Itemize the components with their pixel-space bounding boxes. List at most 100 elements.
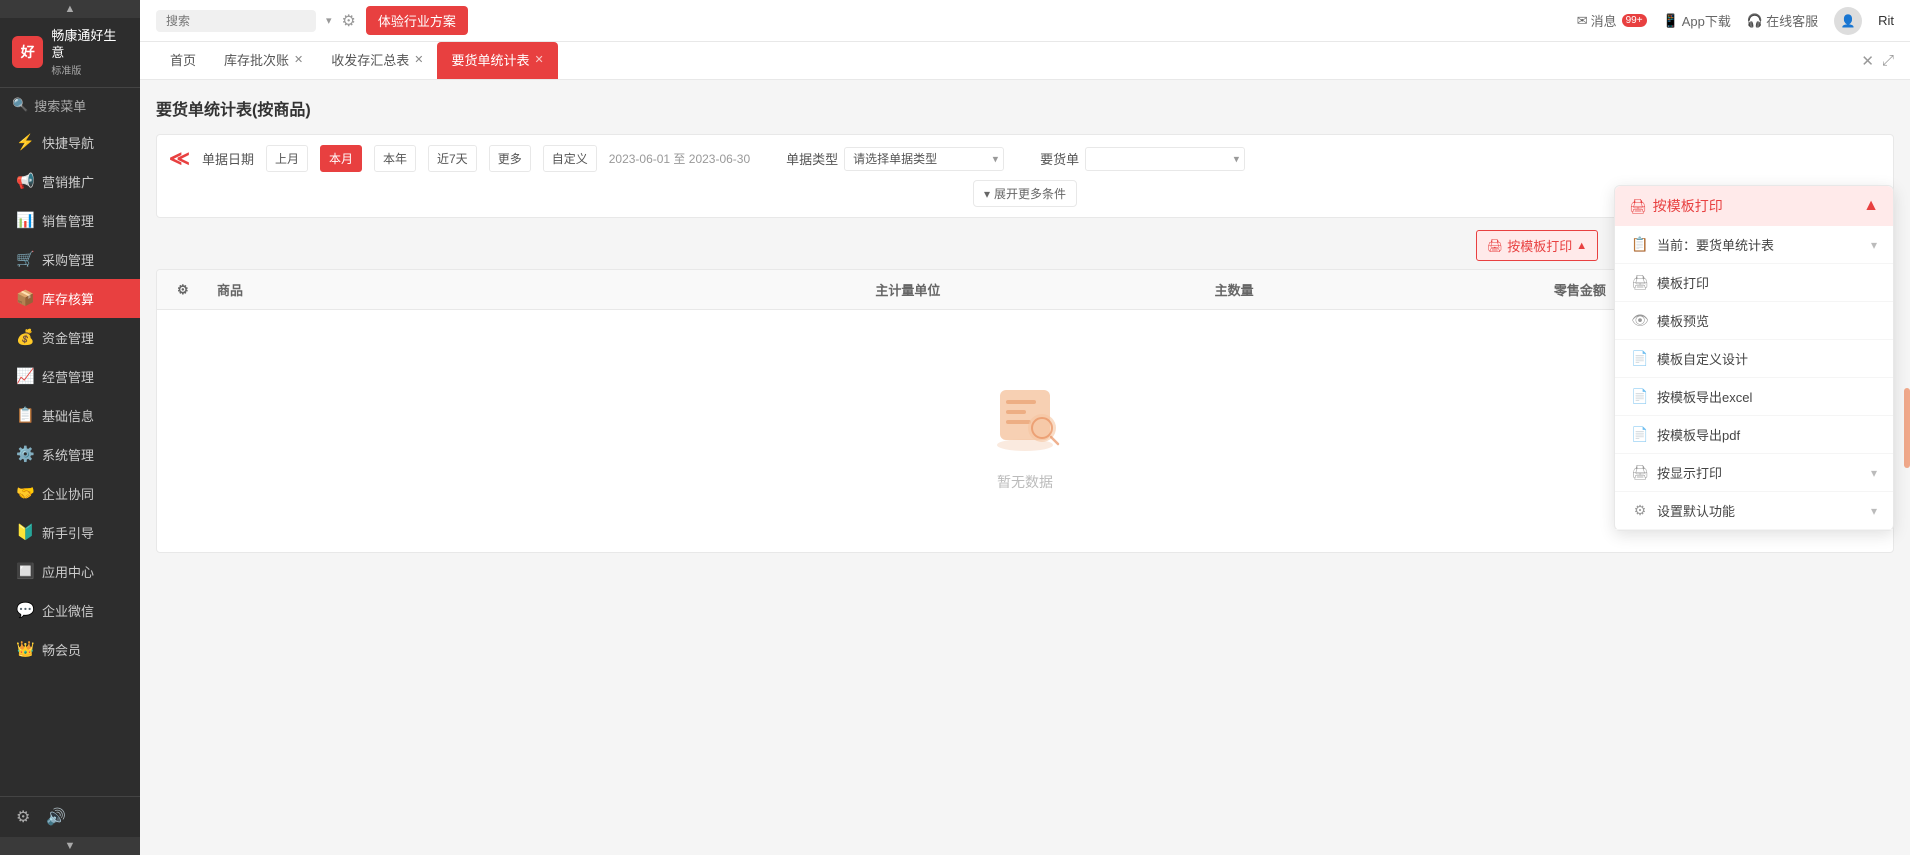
tab-close-icon[interactable]: ✕	[414, 53, 423, 66]
app-download-btn[interactable]: 📱 App下载	[1663, 11, 1731, 30]
app-name: 畅康通好生意	[51, 28, 128, 62]
tabs-bar: 首页 库存批次账 ✕ 收发存汇总表 ✕ 要货单统计表 ✕ ✕ ⤢	[140, 42, 1910, 80]
th-settings[interactable]: ⚙	[167, 282, 207, 298]
filter-collapse-btn[interactable]: ≪	[169, 149, 190, 169]
template-design-label: 模板自定义设计	[1657, 349, 1748, 368]
page-content: 要货单统计表(按商品) ≪ 单据日期 上月 本月 本年 近7天 更多 自定义 2…	[140, 80, 1910, 855]
tab-actions: ✕ ⤢	[1861, 52, 1894, 70]
right-scroll-indicator	[1904, 388, 1910, 468]
trial-button[interactable]: 体验行业方案	[366, 6, 468, 35]
sidebar-item-label: 基础信息	[42, 406, 94, 425]
date-btn-7days[interactable]: 近7天	[428, 145, 477, 172]
top-bar: ▾ ⚙ 体验行业方案 ✉ 消息 99+ 📱 App下载 🎧 在线客服 👤 Rit	[140, 0, 1910, 42]
sidebar-item-system[interactable]: ⚙️ 系统管理	[0, 435, 140, 474]
sidebar-item-quick-nav[interactable]: ⚡ 快捷导航	[0, 123, 140, 162]
sidebar-item-label: 快捷导航	[42, 133, 94, 152]
date-range: 2023-06-01 至 2023-06-30	[609, 150, 750, 167]
tab-close-icon[interactable]: ✕	[294, 53, 303, 66]
th-qty: 主数量	[1205, 280, 1544, 299]
tab-maximize[interactable]: ⤢	[1882, 52, 1894, 70]
settings-icon[interactable]: ⚙	[342, 11, 356, 31]
th-unit: 主计量单位	[865, 280, 1204, 299]
tab-close-icon[interactable]: ✕	[535, 53, 544, 66]
default-setting-arrow: ▾	[1871, 504, 1877, 518]
goods-select[interactable]	[1085, 147, 1245, 171]
app-name-block: 畅康通好生意 标准版	[51, 28, 128, 77]
dropdown-title: 按模板打印	[1653, 196, 1723, 216]
sidebar-item-sales[interactable]: 📊 销售管理	[0, 201, 140, 240]
dropdown-display-print[interactable]: 🖨 按显示打印 ▾	[1615, 454, 1893, 492]
sidebar-item-wechat[interactable]: 💬 企业微信	[0, 591, 140, 630]
sidebar-item-operation[interactable]: 📈 经营管理	[0, 357, 140, 396]
dropdown-current-template[interactable]: 📋 当前：要货单统计表 ▾	[1615, 226, 1893, 264]
sidebar-item-purchase[interactable]: 🛒 采购管理	[0, 240, 140, 279]
inventory-icon: 📦	[16, 289, 34, 307]
sidebar-item-label: 资金管理	[42, 328, 94, 347]
message-label: 消息	[1591, 11, 1617, 30]
sidebar-item-finance[interactable]: 💰 资金管理	[0, 318, 140, 357]
sidebar-item-label: 系统管理	[42, 445, 94, 464]
sidebar-item-label: 采购管理	[42, 250, 94, 269]
display-print-arrow: ▾	[1871, 466, 1877, 480]
type-label: 单据类型	[786, 149, 838, 168]
search-icon: 🔍	[12, 97, 28, 113]
dropdown-close-btn[interactable]: ▲	[1863, 197, 1879, 215]
sidebar-item-enterprise[interactable]: 🤝 企业协同	[0, 474, 140, 513]
print-dropdown: 🖨 按模板打印 ▲ 📋 当前：要货单统计表 ▾ 🖨 模板打印 👁 模板预览	[1614, 185, 1894, 531]
dropdown-printer-icon: 🖨	[1629, 198, 1647, 215]
sidebar-search[interactable]: 🔍 搜索菜单	[0, 88, 140, 123]
tab-order-stats[interactable]: 要货单统计表 ✕	[437, 42, 557, 79]
user-avatar[interactable]: 👤	[1834, 7, 1862, 35]
tab-batch-accounts[interactable]: 库存批次账 ✕	[210, 42, 317, 79]
sidebar-item-marketing[interactable]: 📢 营销推广	[0, 162, 140, 201]
enterprise-icon: 🤝	[16, 484, 34, 502]
type-select[interactable]: 请选择单据类型	[844, 147, 1004, 171]
guide-icon: 🔰	[16, 523, 34, 541]
dropdown-template-print[interactable]: 🖨 模板打印	[1615, 264, 1893, 302]
template-design-icon: 📄	[1631, 350, 1649, 367]
tab-home-label: 首页	[170, 50, 196, 69]
search-dropdown-icon[interactable]: ▾	[326, 14, 332, 27]
top-search-input[interactable]	[156, 10, 316, 32]
sidebar-item-label: 新手引导	[42, 523, 94, 542]
app-logo-icon: 好	[12, 36, 43, 68]
print-dropdown-arrow[interactable]: ▲	[1576, 240, 1587, 252]
tab-label: 库存批次账	[224, 50, 289, 69]
dropdown-export-excel[interactable]: 📄 按模板导出excel	[1615, 378, 1893, 416]
sidebar-item-basic[interactable]: 📋 基础信息	[0, 396, 140, 435]
sidebar-item-membership[interactable]: 👑 畅会员	[0, 630, 140, 669]
date-btn-more[interactable]: 更多	[489, 145, 531, 172]
default-setting-icon: ⚙	[1631, 502, 1649, 519]
template-preview-label: 模板预览	[1657, 311, 1709, 330]
goods-label: 要货单	[1040, 149, 1079, 168]
sidebar-scroll-up[interactable]: ▲	[0, 0, 140, 18]
display-print-label: 按显示打印	[1657, 463, 1722, 482]
audio-btn[interactable]: 🔊	[46, 807, 66, 827]
current-icon: 📋	[1631, 236, 1649, 253]
settings-btn[interactable]: ⚙	[16, 807, 30, 827]
tab-home[interactable]: 首页	[156, 42, 210, 79]
dropdown-default-setting[interactable]: ⚙ 设置默认功能 ▾	[1615, 492, 1893, 530]
sidebar-item-guide[interactable]: 🔰 新手引导	[0, 513, 140, 552]
expand-toggle-btn[interactable]: ▾ 展开更多条件	[973, 180, 1077, 207]
sidebar-item-app-center[interactable]: 🔲 应用中心	[0, 552, 140, 591]
online-service-btn[interactable]: 🎧 在线客服	[1747, 11, 1818, 30]
tab-collection-summary[interactable]: 收发存汇总表 ✕	[317, 42, 437, 79]
goods-select-wrapper	[1085, 147, 1245, 171]
dropdown-template-design[interactable]: 📄 模板自定义设计	[1615, 340, 1893, 378]
date-btn-this-year[interactable]: 本年	[374, 145, 416, 172]
sidebar-scroll-down[interactable]: ▼	[0, 837, 140, 855]
print-template-btn[interactable]: 🖨 按模板打印 ▲	[1476, 230, 1598, 261]
print-btn-label: 按模板打印	[1507, 236, 1572, 255]
date-btn-last-month[interactable]: 上月	[266, 145, 308, 172]
message-btn[interactable]: ✉ 消息 99+	[1577, 11, 1647, 30]
dropdown-template-preview[interactable]: 👁 模板预览	[1615, 302, 1893, 340]
date-btn-custom[interactable]: 自定义	[543, 145, 597, 172]
sidebar-item-label: 经营管理	[42, 367, 94, 386]
date-btn-this-month[interactable]: 本月	[320, 145, 362, 172]
expand-label: 展开更多条件	[994, 185, 1066, 202]
dropdown-export-pdf[interactable]: 📄 按模板导出pdf	[1615, 416, 1893, 454]
tab-close-all[interactable]: ✕	[1861, 52, 1874, 70]
sidebar-item-inventory[interactable]: 📦 库存核算	[0, 279, 140, 318]
sidebar-item-label: 企业协同	[42, 484, 94, 503]
